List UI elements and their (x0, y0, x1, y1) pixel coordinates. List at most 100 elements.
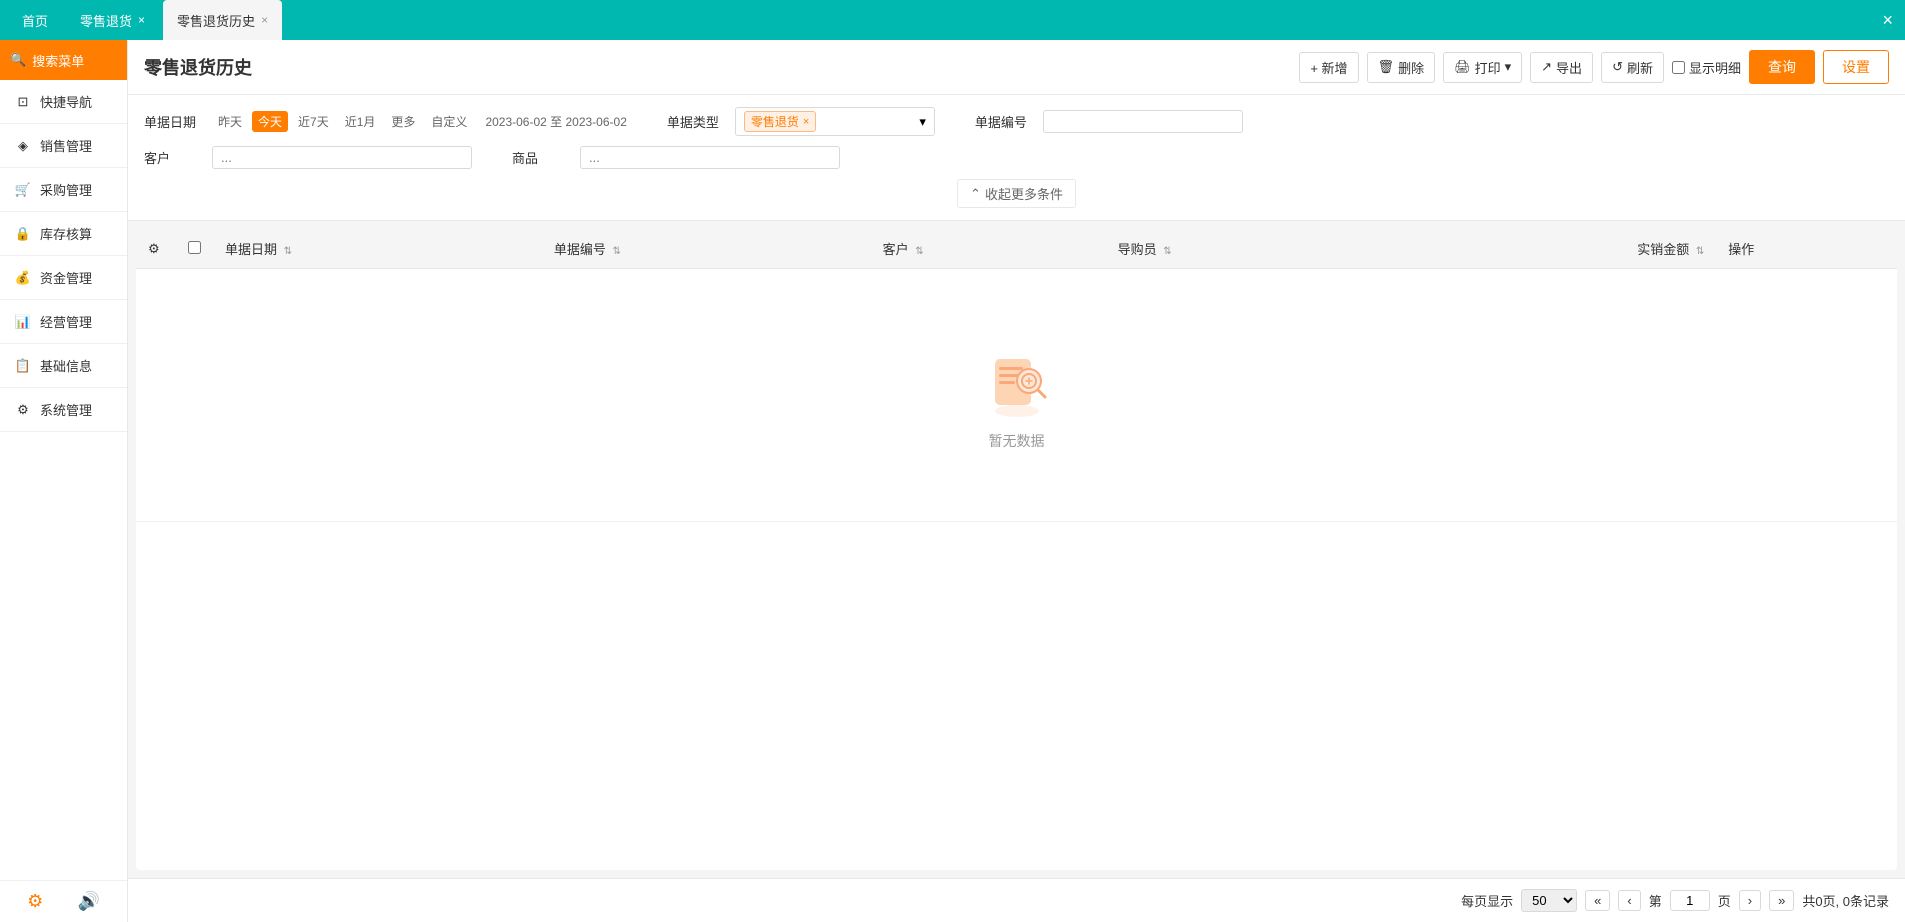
sidebar-search-label: 搜索菜单 (32, 51, 84, 70)
show-detail-checkbox[interactable] (1672, 61, 1685, 74)
doc-number-filter-label: 单据编号 (975, 112, 1035, 131)
export-button[interactable]: ↗ 导出 (1530, 52, 1593, 83)
empty-state: 暂无数据 (148, 279, 1885, 511)
sidebar-item-label-sales: 销售管理 (40, 136, 92, 155)
sidebar-item-label-operation: 经营管理 (40, 312, 92, 331)
th-date-sort-icon[interactable]: ⇅ (284, 246, 292, 257)
page-label: 第 (1649, 891, 1662, 910)
export-label: 导出 (1556, 58, 1582, 77)
first-page-button[interactable]: « (1585, 890, 1610, 911)
inventory-icon: 🔒 (14, 225, 32, 243)
total-records: 共0页, 0条记录 (1802, 891, 1889, 910)
info-icon: 📋 (14, 357, 32, 375)
tab-retail-return-close[interactable]: × (138, 13, 145, 27)
date-btn-1month[interactable]: 近1月 (339, 111, 382, 132)
pagination-area: 每页显示 50 20 100 « ‹ 第 页 › » 共0页, 0条记录 (128, 878, 1905, 922)
sidebar-item-operation[interactable]: 📊 经营管理 (0, 300, 127, 344)
date-btn-more[interactable]: 更多 (385, 111, 421, 132)
tab-retail-return[interactable]: 零售退货 × (66, 0, 159, 40)
sidebar: 🔍 搜索菜单 ⊡ 快捷导航 ◈ 销售管理 🛒 采购管理 🔒 库存核算 💰 资金管… (0, 40, 128, 922)
sidebar-item-purchase[interactable]: 🛒 采购管理 (0, 168, 127, 212)
date-filter: 昨天 今天 近7天 近1月 更多 自定义 2023-06-02 至 2023-0… (212, 111, 627, 132)
sidebar-item-label-purchase: 采购管理 (40, 180, 92, 199)
filter-row-2: 客户 商品 (144, 146, 1889, 169)
refresh-icon: ↺ (1612, 59, 1623, 75)
th-customer-sort-icon[interactable]: ⇅ (915, 246, 923, 257)
sidebar-search[interactable]: 🔍 搜索菜单 (0, 40, 127, 80)
th-amount: 实销金额 ⇅ (1387, 229, 1716, 269)
table-area: ⚙ 单据日期 ⇅ 单据编号 ⇅ 客户 (136, 229, 1897, 870)
home-icon: ⊡ (14, 93, 32, 111)
sidebar-item-label-basic-info: 基础信息 (40, 356, 92, 375)
data-table: ⚙ 单据日期 ⇅ 单据编号 ⇅ 客户 (136, 229, 1897, 522)
sidebar-bottom: ⚙ 🔊 (0, 880, 127, 922)
doc-type-filter-label: 单据类型 (667, 112, 727, 131)
collapse-button[interactable]: ⌃ 收起更多条件 (957, 179, 1076, 208)
doc-number-input[interactable] (1043, 110, 1243, 133)
sidebar-item-label-inventory: 库存核算 (40, 224, 92, 243)
th-customer-label: 客户 (883, 242, 909, 257)
doc-type-tag-label: 零售退货 (751, 113, 799, 130)
delete-label: 删除 (1398, 58, 1424, 77)
gear-icon[interactable]: ⚙ (27, 891, 43, 912)
th-number-label: 单据编号 (554, 242, 606, 257)
window-close-button[interactable]: × (1882, 10, 1893, 31)
export-icon: ↗ (1541, 59, 1552, 75)
delete-button[interactable]: 🗑 删除 (1367, 52, 1436, 83)
customer-input[interactable] (212, 146, 472, 169)
header-actions: + 新增 🗑 删除 🖨 打印 ▾ ↗ 导出 ↺ 刷新 (1299, 50, 1889, 84)
print-button[interactable]: 🖨 打印 ▾ (1443, 52, 1522, 83)
page-input[interactable] (1670, 890, 1710, 911)
doc-type-tag-close[interactable]: × (803, 116, 809, 128)
last-page-button[interactable]: » (1769, 890, 1794, 911)
th-action: 操作 (1716, 229, 1897, 269)
prev-page-button[interactable]: ‹ (1618, 890, 1640, 911)
show-detail-checkbox-label[interactable]: 显示明细 (1672, 58, 1741, 77)
goods-input[interactable] (580, 146, 840, 169)
refresh-button[interactable]: ↺ 刷新 (1601, 52, 1664, 83)
tab-list: 首页 零售退货 × 零售退货历史 × (8, 0, 1882, 40)
tab-home[interactable]: 首页 (8, 0, 62, 40)
th-guide-sort-icon[interactable]: ⇅ (1163, 246, 1171, 257)
th-date-label: 单据日期 (225, 242, 277, 257)
show-detail-label: 显示明细 (1689, 58, 1741, 77)
sidebar-item-sales[interactable]: ◈ 销售管理 (0, 124, 127, 168)
date-btn-custom[interactable]: 自定义 (425, 111, 473, 132)
sidebar-item-finance[interactable]: 💰 资金管理 (0, 256, 127, 300)
empty-state-cell: 暂无数据 (136, 269, 1897, 522)
purchase-icon: 🛒 (14, 181, 32, 199)
tab-retail-return-history[interactable]: 零售退货历史 × (163, 0, 282, 40)
page-size-select[interactable]: 50 20 100 (1521, 889, 1577, 912)
page-title: 零售退货历史 (144, 54, 252, 80)
date-btn-today[interactable]: 今天 (252, 111, 288, 132)
th-settings[interactable]: ⚙ (136, 229, 176, 269)
sidebar-item-inventory[interactable]: 🔒 库存核算 (0, 212, 127, 256)
sidebar-item-system[interactable]: ⚙ 系统管理 (0, 388, 127, 432)
query-button[interactable]: 查询 (1749, 50, 1815, 84)
add-button[interactable]: + 新增 (1299, 52, 1358, 83)
th-date: 单据日期 ⇅ (213, 229, 542, 269)
next-page-button[interactable]: › (1739, 890, 1761, 911)
tab-retail-return-history-label: 零售退货历史 (177, 11, 255, 30)
volume-icon[interactable]: 🔊 (77, 891, 99, 912)
th-number-sort-icon[interactable]: ⇅ (612, 246, 620, 257)
top-bar: 首页 零售退货 × 零售退货历史 × × (0, 0, 1905, 40)
collapse-icon: ⌃ (970, 186, 981, 202)
print-dropdown-icon: ▾ (1505, 59, 1512, 75)
date-btn-7days[interactable]: 近7天 (292, 111, 335, 132)
delete-icon: 🗑 (1378, 59, 1395, 75)
date-btn-yesterday[interactable]: 昨天 (212, 111, 248, 132)
print-label: 打印 (1475, 58, 1501, 77)
date-filter-label: 单据日期 (144, 112, 204, 131)
th-checkbox[interactable] (176, 229, 213, 269)
table-body: 暂无数据 (136, 269, 1897, 522)
empty-text: 暂无数据 (989, 431, 1045, 451)
select-all-checkbox[interactable] (188, 241, 201, 254)
sidebar-item-quick-nav[interactable]: ⊡ 快捷导航 (0, 80, 127, 124)
sidebar-item-basic-info[interactable]: 📋 基础信息 (0, 344, 127, 388)
goods-filter-label: 商品 (512, 148, 572, 167)
doc-type-select[interactable]: 零售退货 × ▾ (735, 107, 935, 136)
th-amount-sort-icon[interactable]: ⇅ (1696, 246, 1704, 257)
tab-retail-return-history-close[interactable]: × (261, 13, 268, 27)
setting-button[interactable]: 设置 (1823, 50, 1889, 84)
